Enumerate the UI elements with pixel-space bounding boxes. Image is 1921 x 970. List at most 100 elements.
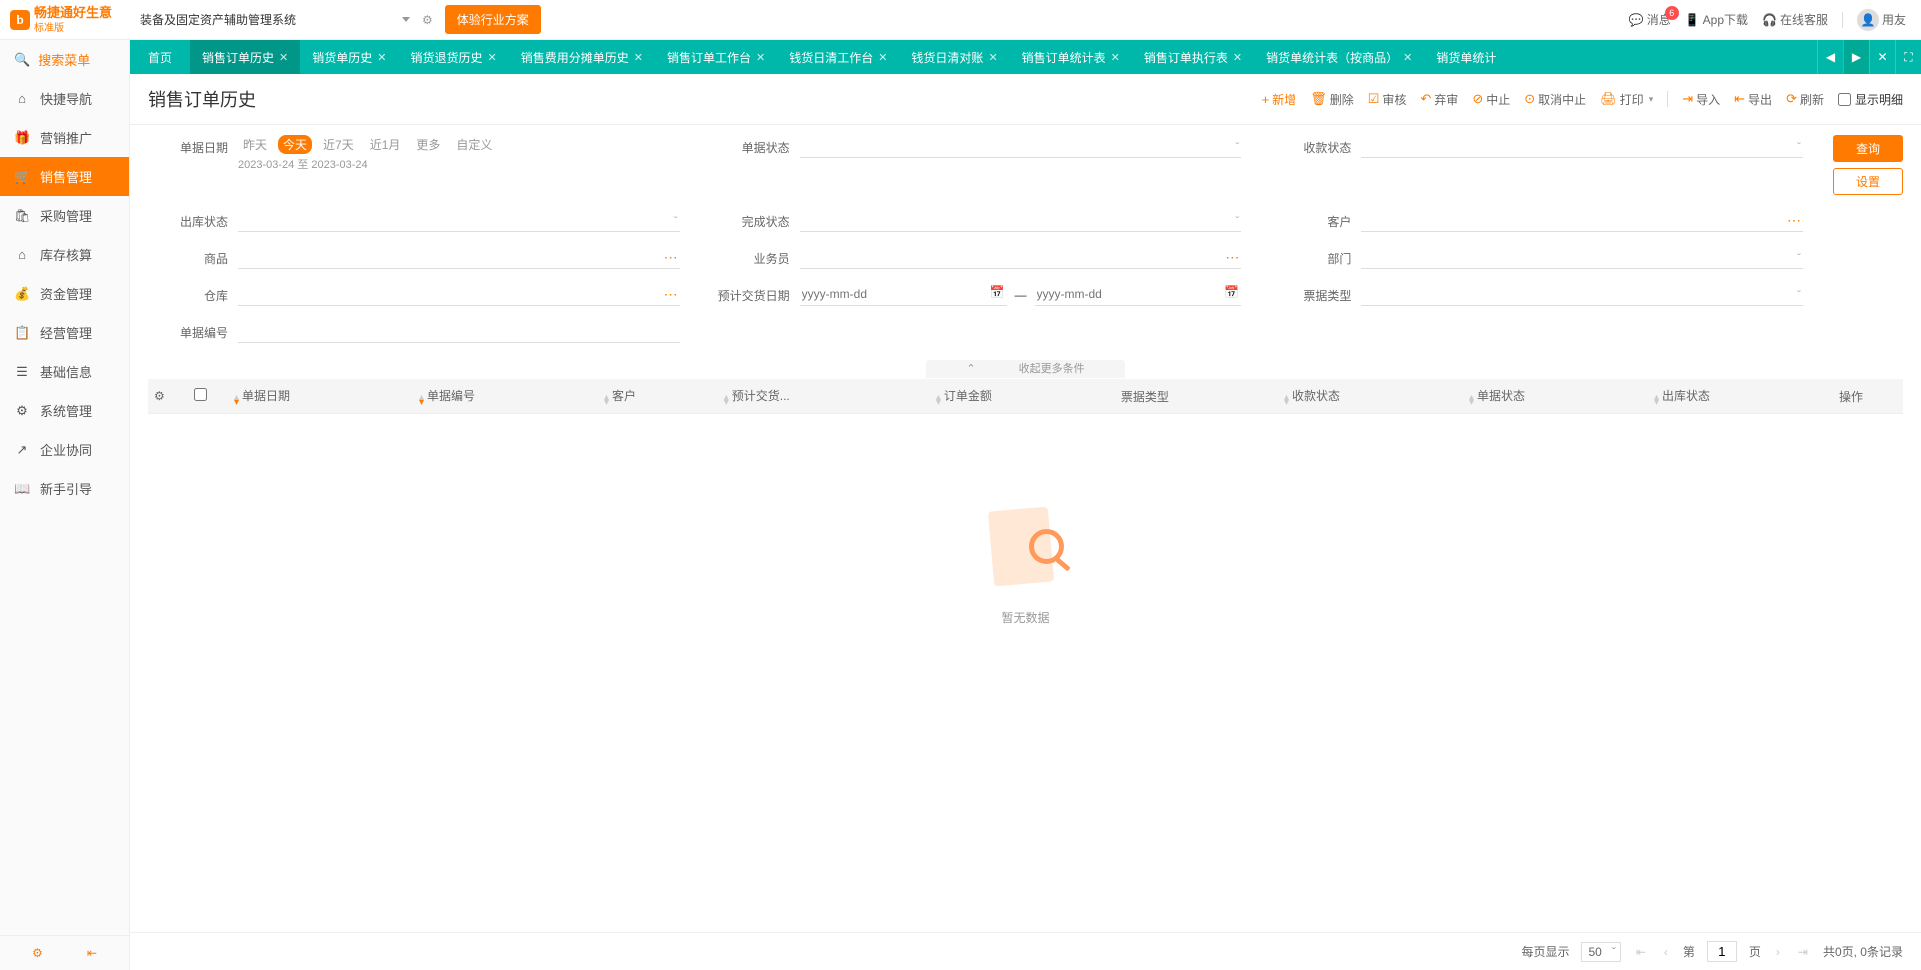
- chevron-down-icon[interactable]: ˇ: [674, 214, 678, 228]
- page-last[interactable]: ⇥: [1795, 945, 1811, 959]
- audit-button[interactable]: ☑审核: [1368, 91, 1407, 108]
- message-button[interactable]: 💬 消息 6: [1629, 11, 1671, 28]
- tab-delivery-stats-product[interactable]: 销货单统计表（按商品）✕: [1254, 40, 1424, 74]
- sidebar-search[interactable]: 🔍 搜索菜单: [0, 40, 129, 79]
- column-customer[interactable]: ▴▾客户: [598, 379, 718, 414]
- abandon-button[interactable]: ↶弃审: [1420, 91, 1458, 108]
- chevron-down-icon[interactable]: ˇ: [1235, 214, 1239, 228]
- experience-button[interactable]: 体验行业方案: [445, 5, 541, 34]
- stop-button[interactable]: ⊘中止: [1472, 91, 1510, 108]
- select-all-checkbox[interactable]: [194, 388, 207, 401]
- column-checkbox[interactable]: [188, 379, 228, 414]
- column-expect-date[interactable]: ▴▾预计交货...: [718, 379, 930, 414]
- calendar-icon[interactable]: 📅: [990, 285, 1005, 299]
- date-tab-custom[interactable]: 自定义: [451, 135, 497, 154]
- finish-status-select[interactable]: [800, 209, 1242, 232]
- export-button[interactable]: ⇤导出: [1734, 91, 1772, 108]
- department-select[interactable]: [1361, 246, 1803, 269]
- import-button[interactable]: ⇥导入: [1682, 91, 1720, 108]
- online-service-button[interactable]: 🎧 在线客服: [1762, 11, 1828, 28]
- user-menu[interactable]: 👤 用友: [1857, 9, 1906, 31]
- refresh-button[interactable]: ⟳刷新: [1786, 91, 1824, 108]
- chevron-down-icon[interactable]: ˇ: [1797, 251, 1801, 265]
- customer-input[interactable]: [1361, 209, 1803, 232]
- sidebar-item-system[interactable]: ⚙系统管理: [0, 391, 129, 430]
- close-icon[interactable]: ✕: [878, 51, 887, 64]
- expect-date-from[interactable]: [800, 283, 1007, 306]
- sidebar-item-sales[interactable]: 🛒销售管理: [0, 157, 129, 196]
- tab-home[interactable]: 首页: [130, 40, 190, 74]
- sidebar-item-guide[interactable]: 📖新手引导: [0, 469, 129, 508]
- date-tab-today[interactable]: 今天: [278, 135, 312, 154]
- column-doc-no[interactable]: ▴▾单据编号: [413, 379, 598, 414]
- sidebar-item-marketing[interactable]: 🎁营销推广: [0, 118, 129, 157]
- close-icon[interactable]: ✕: [1111, 51, 1120, 64]
- sidebar-item-business[interactable]: 📋经营管理: [0, 313, 129, 352]
- more-icon[interactable]: ⋯: [664, 286, 678, 303]
- chevron-down-icon[interactable]: ˇ: [1235, 140, 1239, 154]
- app-download-button[interactable]: 📱 App下载: [1685, 11, 1748, 28]
- page-next[interactable]: ›: [1773, 945, 1783, 959]
- settings-icon[interactable]: ⚙: [32, 946, 43, 960]
- column-doc-status[interactable]: ▴▾单据状态: [1463, 379, 1648, 414]
- tab-fullscreen[interactable]: ⛶: [1895, 40, 1921, 74]
- date-tab-yesterday[interactable]: 昨天: [238, 135, 272, 154]
- collapse-filters[interactable]: ⌃ 收起更多条件: [130, 357, 1921, 379]
- tab-daily-workbench[interactable]: 钱货日清工作台✕: [777, 40, 899, 74]
- page-prev[interactable]: ‹: [1661, 945, 1671, 959]
- out-status-select[interactable]: [238, 209, 680, 232]
- per-page-select[interactable]: 50 ˇ: [1581, 942, 1620, 962]
- more-icon[interactable]: ⋯: [1225, 249, 1239, 266]
- tab-expense-history[interactable]: 销售费用分摊单历史✕: [509, 40, 655, 74]
- tab-order-exec[interactable]: 销售订单执行表✕: [1132, 40, 1254, 74]
- close-icon[interactable]: ✕: [377, 51, 386, 64]
- sidebar-item-purchase[interactable]: 🛍采购管理: [0, 196, 129, 235]
- close-icon[interactable]: ✕: [1233, 51, 1242, 64]
- sidebar-item-collab[interactable]: ↗企业协同: [0, 430, 129, 469]
- close-icon[interactable]: ✕: [279, 51, 288, 64]
- salesman-input[interactable]: [800, 246, 1242, 269]
- close-icon[interactable]: ✕: [1403, 51, 1412, 64]
- cancel-stop-button[interactable]: ⊙取消中止: [1524, 91, 1586, 108]
- collapse-icon[interactable]: ⇤: [87, 946, 97, 960]
- add-button[interactable]: +新增: [1262, 91, 1297, 108]
- calendar-icon[interactable]: 📅: [1224, 285, 1239, 299]
- close-icon[interactable]: ✕: [488, 51, 497, 64]
- date-tab-more[interactable]: 更多: [411, 135, 445, 154]
- sidebar-item-quicknav[interactable]: ⌂快捷导航: [0, 79, 129, 118]
- column-settings[interactable]: ⚙: [148, 379, 188, 414]
- ticket-type-select[interactable]: [1361, 283, 1803, 306]
- close-icon[interactable]: ✕: [988, 51, 997, 64]
- warehouse-input[interactable]: [238, 283, 680, 306]
- collect-status-select[interactable]: [1361, 135, 1803, 158]
- gear-icon[interactable]: ⚙: [422, 13, 433, 27]
- tab-delivery-stats[interactable]: 销货单统计: [1424, 40, 1508, 74]
- product-input[interactable]: [238, 246, 680, 269]
- page-first[interactable]: ⇤: [1633, 945, 1649, 959]
- column-ticket-type[interactable]: 票据类型: [1115, 379, 1278, 414]
- column-out-status[interactable]: ▴▾出库状态: [1648, 379, 1833, 414]
- print-button[interactable]: 🖨打印▾: [1600, 91, 1653, 108]
- doc-status-select[interactable]: [800, 135, 1242, 158]
- tab-scroll-right[interactable]: ▶: [1843, 40, 1869, 74]
- tab-delivery-history[interactable]: 销货单历史✕: [300, 40, 398, 74]
- checkbox[interactable]: [1838, 93, 1851, 106]
- column-doc-date[interactable]: ▴▾单据日期: [228, 379, 413, 414]
- close-icon[interactable]: ✕: [756, 51, 765, 64]
- sidebar-item-basic[interactable]: ☰基础信息: [0, 352, 129, 391]
- query-button[interactable]: 查询: [1833, 135, 1903, 162]
- tab-sales-order-history[interactable]: 销售订单历史✕: [190, 40, 300, 74]
- chevron-down-icon[interactable]: ˇ: [1797, 288, 1801, 302]
- expect-date-to[interactable]: [1035, 283, 1242, 306]
- tab-return-history[interactable]: 销货退货历史✕: [398, 40, 508, 74]
- sidebar-item-finance[interactable]: 💰资金管理: [0, 274, 129, 313]
- tab-close-all[interactable]: ✕: [1869, 40, 1895, 74]
- chevron-down-icon[interactable]: ˇ: [1797, 140, 1801, 154]
- delete-button[interactable]: 🗑删除: [1310, 91, 1354, 108]
- more-icon[interactable]: ⋯: [1787, 212, 1801, 229]
- tab-order-stats[interactable]: 销售订单统计表✕: [1010, 40, 1132, 74]
- column-amount[interactable]: ▴▾订单金额: [930, 379, 1115, 414]
- sidebar-item-inventory[interactable]: ⌂库存核算: [0, 235, 129, 274]
- doc-no-input[interactable]: [238, 320, 680, 343]
- date-tab-7days[interactable]: 近7天: [318, 135, 359, 154]
